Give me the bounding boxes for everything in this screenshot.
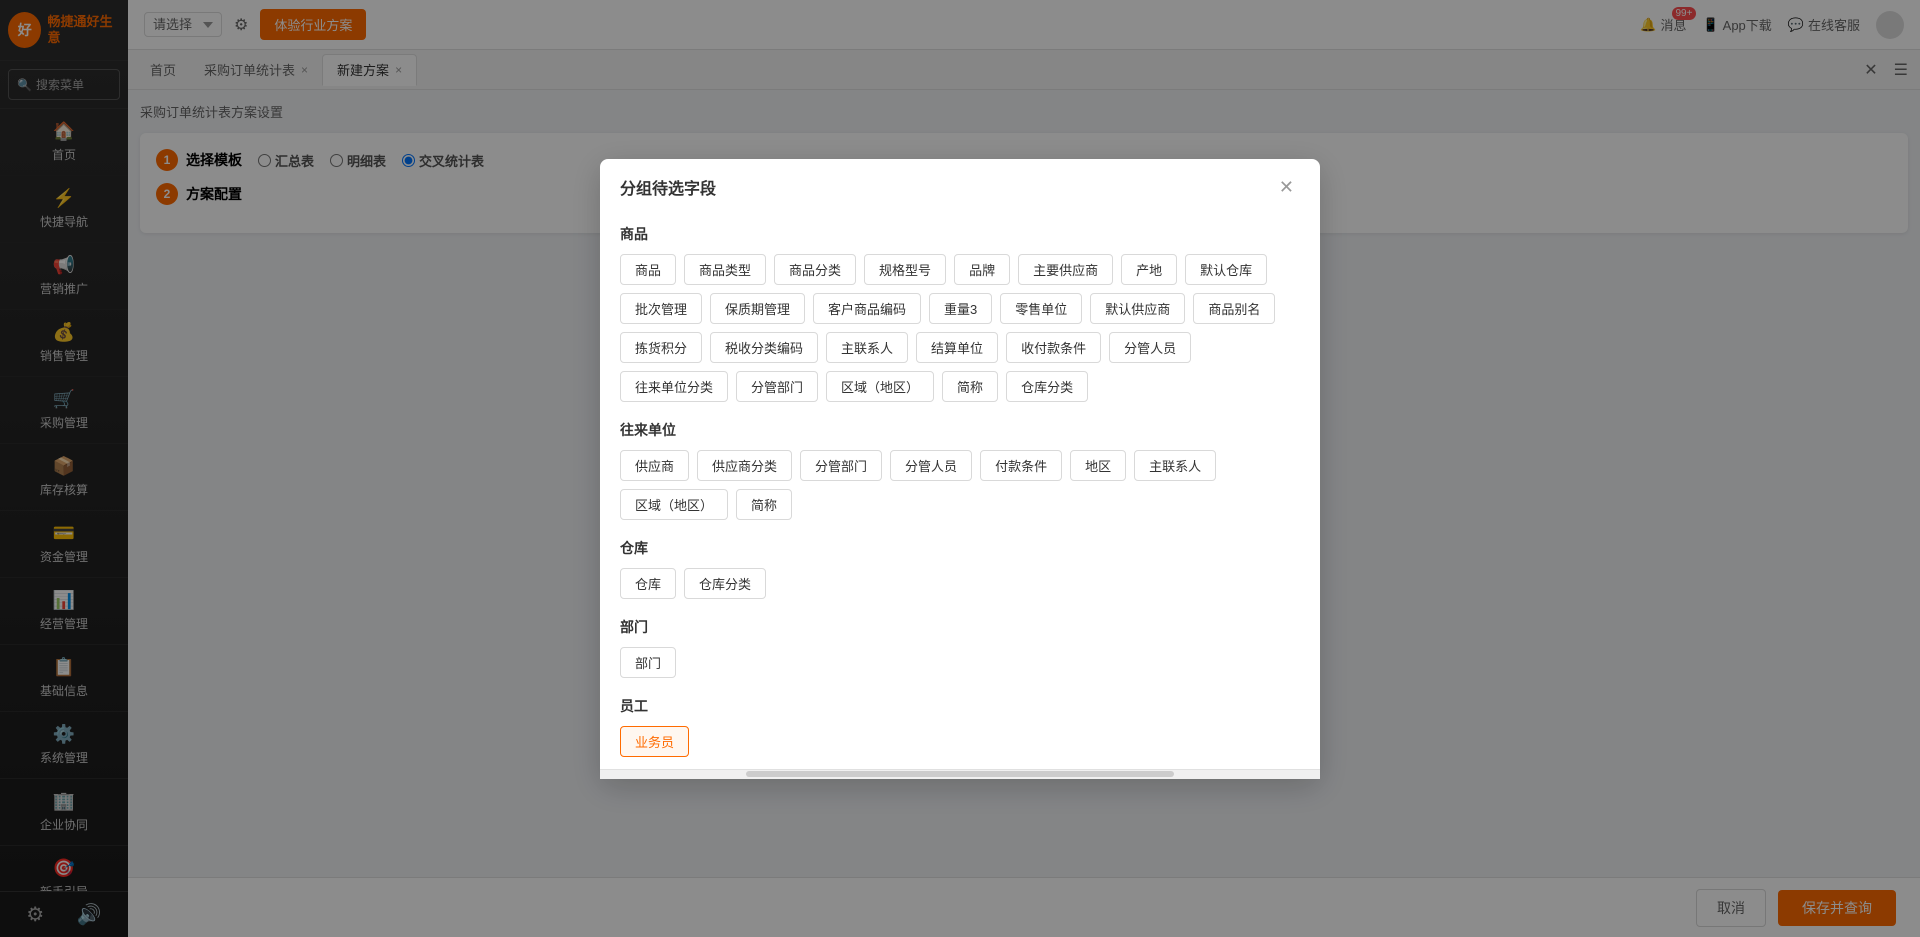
section-product-fields: 商品 商品类型 商品分类 规格型号 品牌 主要供应商 产地 默认仓库 批次管理 …	[620, 254, 1300, 402]
field-default-supplier[interactable]: 默认供应商	[1090, 293, 1185, 324]
modal-group-fields: 分组待选字段 ✕ 商品 商品 商品类型 商品分类 规格型号 品牌 主要供应商 产…	[600, 159, 1320, 779]
field-customer-code[interactable]: 客户商品编码	[813, 293, 921, 324]
field-salesperson[interactable]: 业务员	[620, 726, 689, 757]
section-employee-title: 员工	[620, 696, 1300, 716]
section-partner-fields: 供应商 供应商分类 分管部门 分管人员 付款条件 地区 主联系人 区域（地区） …	[620, 450, 1300, 520]
section-product: 商品 商品 商品类型 商品分类 规格型号 品牌 主要供应商 产地 默认仓库 批次…	[620, 224, 1300, 402]
field-supplier[interactable]: 供应商	[620, 450, 689, 481]
modal-horizontal-scrollbar[interactable]	[600, 769, 1320, 779]
field-pick-score[interactable]: 拣货积分	[620, 332, 702, 363]
field-warehouse-cat[interactable]: 仓库分类	[684, 568, 766, 599]
field-supplier-category[interactable]: 供应商分类	[697, 450, 792, 481]
field-main-contact-partner[interactable]: 主联系人	[1134, 450, 1216, 481]
field-product[interactable]: 商品	[620, 254, 676, 285]
field-shelf-life[interactable]: 保质期管理	[710, 293, 805, 324]
field-payment-terms[interactable]: 收付款条件	[1006, 332, 1101, 363]
section-employee-fields: 业务员	[620, 726, 1300, 757]
section-department-fields: 部门	[620, 647, 1300, 678]
section-department: 部门 部门	[620, 617, 1300, 678]
field-person-partner[interactable]: 分管人员	[890, 450, 972, 481]
field-dept-partner[interactable]: 分管部门	[800, 450, 882, 481]
section-warehouse-title: 仓库	[620, 538, 1300, 558]
field-product-category[interactable]: 商品分类	[774, 254, 856, 285]
field-tax-code[interactable]: 税收分类编码	[710, 332, 818, 363]
field-area[interactable]: 地区	[1070, 450, 1126, 481]
field-default-warehouse[interactable]: 默认仓库	[1185, 254, 1267, 285]
field-main-contact[interactable]: 主联系人	[826, 332, 908, 363]
section-department-title: 部门	[620, 617, 1300, 637]
section-partner: 往来单位 供应商 供应商分类 分管部门 分管人员 付款条件 地区 主联系人 区域…	[620, 420, 1300, 520]
field-main-supplier[interactable]: 主要供应商	[1018, 254, 1113, 285]
field-product-type[interactable]: 商品类型	[684, 254, 766, 285]
field-region-partner[interactable]: 区域（地区）	[620, 489, 728, 520]
field-warehouse-category[interactable]: 仓库分类	[1006, 371, 1088, 402]
field-batch-mgmt[interactable]: 批次管理	[620, 293, 702, 324]
modal-hscroll-thumb	[746, 771, 1173, 777]
section-warehouse-fields: 仓库 仓库分类	[620, 568, 1300, 599]
field-short-name-partner[interactable]: 简称	[736, 489, 792, 520]
field-payment-cond[interactable]: 付款条件	[980, 450, 1062, 481]
field-weight3[interactable]: 重量3	[929, 293, 992, 324]
section-product-title: 商品	[620, 224, 1300, 244]
field-manage-dept[interactable]: 分管部门	[736, 371, 818, 402]
field-warehouse[interactable]: 仓库	[620, 568, 676, 599]
field-brand[interactable]: 品牌	[954, 254, 1010, 285]
modal-body[interactable]: 商品 商品 商品类型 商品分类 规格型号 品牌 主要供应商 产地 默认仓库 批次…	[600, 212, 1320, 769]
field-partner-category[interactable]: 往来单位分类	[620, 371, 728, 402]
section-warehouse: 仓库 仓库 仓库分类	[620, 538, 1300, 599]
field-department[interactable]: 部门	[620, 647, 676, 678]
field-product-alias[interactable]: 商品别名	[1193, 293, 1275, 324]
field-spec-model[interactable]: 规格型号	[864, 254, 946, 285]
modal-close-button[interactable]: ✕	[1273, 175, 1300, 200]
section-partner-title: 往来单位	[620, 420, 1300, 440]
field-settlement-unit[interactable]: 结算单位	[916, 332, 998, 363]
field-origin[interactable]: 产地	[1121, 254, 1177, 285]
field-retail-unit[interactable]: 零售单位	[1000, 293, 1082, 324]
modal-header: 分组待选字段 ✕	[600, 159, 1320, 212]
field-region-product[interactable]: 区域（地区）	[826, 371, 934, 402]
section-employee: 员工 业务员	[620, 696, 1300, 757]
field-short-name-product[interactable]: 简称	[942, 371, 998, 402]
field-manager[interactable]: 分管人员	[1109, 332, 1191, 363]
modal-title: 分组待选字段	[620, 175, 716, 199]
